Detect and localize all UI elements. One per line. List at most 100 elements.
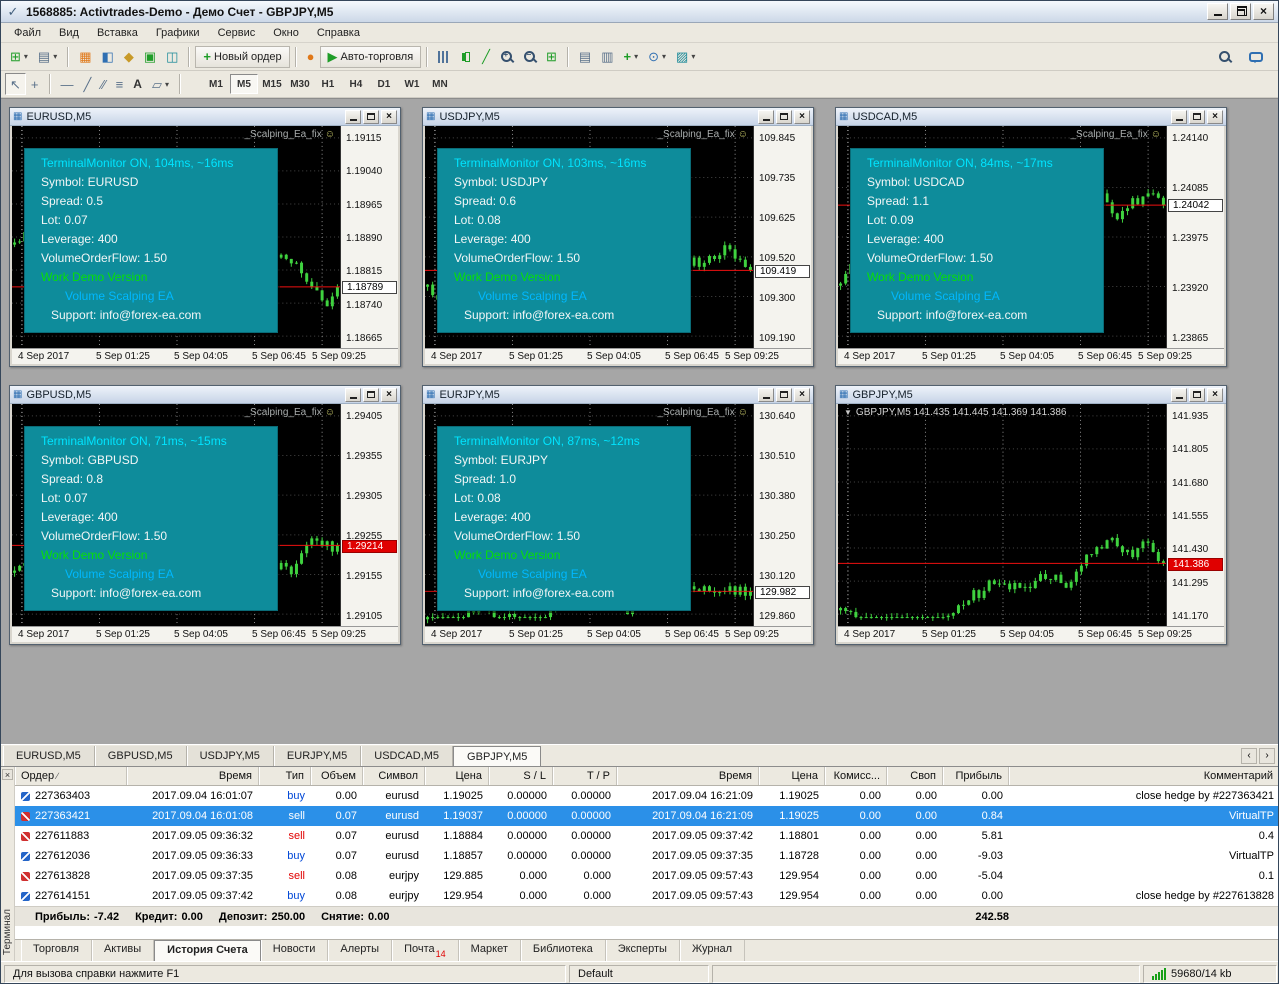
menu-item-1[interactable]: Файл xyxy=(5,25,50,41)
column-header-profit[interactable]: Прибыль xyxy=(943,767,1009,785)
history-row[interactable]: 227363421 2017.09.04 16:01:08 sell 0.07 euru… xyxy=(15,806,1278,826)
strategy-tester-button[interactable]: ◫ xyxy=(161,46,183,68)
history-row[interactable]: 227613828 2017.09.05 09:37:35 sell 0.08 eurj… xyxy=(15,866,1278,886)
terminal-tab-8[interactable]: Библиотека xyxy=(521,940,606,961)
market-watch-button[interactable]: ▦ xyxy=(74,46,96,68)
column-header-commission[interactable]: Комисс... xyxy=(825,767,887,785)
search-button[interactable] xyxy=(1213,46,1236,68)
timeframe-h4[interactable]: H4 xyxy=(342,74,370,94)
tile-windows-button[interactable]: ⊞ xyxy=(541,46,562,68)
metaeditor-button[interactable]: ● xyxy=(302,46,320,68)
chart-tab-eurusd-m5[interactable]: EURUSD,M5 xyxy=(3,746,95,766)
column-header-type[interactable]: Тип xyxy=(259,767,311,785)
chat-button[interactable] xyxy=(1244,46,1268,68)
column-header-close_price[interactable]: Цена xyxy=(759,767,825,785)
auto-trading-button[interactable]: ▶ Авто-торговля xyxy=(319,45,422,68)
column-header-sl[interactable]: S / L xyxy=(489,767,553,785)
arrange-horizontal-button[interactable]: ▤ xyxy=(574,46,596,68)
chart-tabs-scroll-right-button[interactable]: › xyxy=(1259,748,1275,764)
chart-close-button[interactable]: × xyxy=(1207,109,1223,124)
history-row[interactable]: 227614151 2017.09.05 09:37:42 buy 0.08 eurjp… xyxy=(15,886,1278,906)
cursor-tool-button[interactable]: ↖ xyxy=(5,73,26,95)
chart-window-gbpusd-m5[interactable]: ▦ GBPUSD,M5 × _Scalping_Ea_fix ☺ TerminalMoni… xyxy=(9,385,401,645)
chart-restore-button[interactable] xyxy=(1189,387,1205,402)
terminal-toggle-button[interactable]: ▣ xyxy=(139,46,161,68)
chart-plot[interactable]: ▼ GBPJPY,M5 141.435 141.445 141.369 141.3… xyxy=(838,404,1166,626)
chart-minimize-button[interactable] xyxy=(758,387,774,402)
timeframe-m5[interactable]: M5 xyxy=(229,74,258,94)
chart-restore-button[interactable] xyxy=(776,387,792,402)
navigator-button[interactable]: ◆ xyxy=(119,46,139,68)
column-header-price[interactable]: Цена xyxy=(425,767,489,785)
menu-item-6[interactable]: Окно xyxy=(264,25,308,41)
terminal-tab-4[interactable]: Новости xyxy=(261,940,329,961)
chart-plot[interactable]: _Scalping_Ea_fix ☺ TerminalMonitor ON, 104… xyxy=(12,126,340,348)
menu-item-7[interactable]: Справка xyxy=(308,25,369,41)
terminal-tab-9[interactable]: Эксперты xyxy=(606,940,680,961)
trendline-tool-button[interactable]: ╱ xyxy=(79,73,97,95)
menu-item-2[interactable]: Вид xyxy=(50,25,88,41)
indicators-button[interactable]: + ▾ xyxy=(619,46,644,68)
text-tool-button[interactable]: А xyxy=(128,73,147,95)
chart-tab-usdcad-m5[interactable]: USDCAD,M5 xyxy=(361,746,454,766)
column-header-comment[interactable]: Комментарий xyxy=(1009,767,1278,785)
shapes-tool-button[interactable]: ▱ ▾ xyxy=(147,73,174,95)
chart-minimize-button[interactable] xyxy=(345,387,361,402)
terminal-tab-5[interactable]: Алерты xyxy=(328,940,393,961)
chart-plot[interactable]: _Scalping_Ea_fix ☺ TerminalMonitor ON, 103… xyxy=(425,126,753,348)
arrange-vertical-button[interactable]: ▥ xyxy=(596,46,618,68)
chart-minimize-button[interactable] xyxy=(1171,109,1187,124)
candlestick-chart-button[interactable] xyxy=(455,46,477,68)
minimize-button[interactable] xyxy=(1207,3,1228,20)
status-profile[interactable]: Default xyxy=(569,964,709,983)
chart-window-eurusd-m5[interactable]: ▦ EURUSD,M5 × _Scalping_Ea_fix ☺ TerminalMoni… xyxy=(9,107,401,367)
chart-window-gbpjpy-m5[interactable]: ▦ GBPJPY,M5 × ▼ GBPJPY,M5 141.435 141.445 14… xyxy=(835,385,1227,645)
terminal-tab-1[interactable]: Торговля xyxy=(21,940,92,961)
timeframe-m15[interactable]: M15 xyxy=(258,74,286,94)
menu-item-3[interactable]: Вставка xyxy=(88,25,147,41)
chart-close-button[interactable]: × xyxy=(1207,387,1223,402)
zoom-in-button[interactable]: + xyxy=(495,46,518,68)
chart-tab-gbpjpy-m5[interactable]: GBPJPY,M5 xyxy=(453,746,542,767)
bar-chart-button[interactable] xyxy=(433,46,455,68)
chart-close-button[interactable]: × xyxy=(381,387,397,402)
timeframe-m1[interactable]: M1 xyxy=(202,74,230,94)
chart-close-button[interactable]: × xyxy=(381,109,397,124)
chart-tab-gbpusd-m5[interactable]: GBPUSD,M5 xyxy=(94,746,187,766)
timeframe-h1[interactable]: H1 xyxy=(314,74,342,94)
chart-close-button[interactable]: × xyxy=(794,109,810,124)
column-header-volume[interactable]: Объем xyxy=(311,767,363,785)
terminal-close-button[interactable]: × xyxy=(2,769,13,780)
terminal-tab-7[interactable]: Маркет xyxy=(459,940,521,961)
column-header-order[interactable]: Ордер ∕ xyxy=(15,767,127,785)
menu-item-5[interactable]: Сервис xyxy=(209,25,265,41)
chart-window-eurjpy-m5[interactable]: ▦ EURJPY,M5 × _Scalping_Ea_fix ☺ TerminalMoni… xyxy=(422,385,814,645)
terminal-tab-6[interactable]: Почта 14 xyxy=(392,940,459,961)
crosshair-tool-button[interactable]: + xyxy=(26,73,44,95)
timeframe-mn[interactable]: MN xyxy=(426,74,454,94)
terminal-tab-3[interactable]: История Счета xyxy=(154,940,261,961)
chart-plot[interactable]: _Scalping_Ea_fix ☺ TerminalMonitor ON, 71m… xyxy=(12,404,340,626)
terminal-tab-2[interactable]: Активы xyxy=(92,940,155,961)
chart-tab-usdjpy-m5[interactable]: USDJPY,M5 xyxy=(186,746,274,766)
timeframe-w1[interactable]: W1 xyxy=(398,74,426,94)
chart-tab-eurjpy-m5[interactable]: EURJPY,M5 xyxy=(273,746,362,766)
chart-plot[interactable]: _Scalping_Ea_fix ☺ TerminalMonitor ON, 84m… xyxy=(838,126,1166,348)
column-header-open_time[interactable]: Время xyxy=(127,767,259,785)
terminal-tab-10[interactable]: Журнал xyxy=(680,940,746,961)
chart-window-usdjpy-m5[interactable]: ▦ USDJPY,M5 × _Scalping_Ea_fix ☺ TerminalMoni… xyxy=(422,107,814,367)
channel-tool-button[interactable]: ∕∕ xyxy=(96,73,110,95)
menu-item-4[interactable]: Графики xyxy=(147,25,209,41)
restore-button[interactable] xyxy=(1230,3,1251,20)
history-row[interactable]: 227612036 2017.09.05 09:36:33 buy 0.07 eurus… xyxy=(15,846,1278,866)
zoom-out-button[interactable]: − xyxy=(518,46,541,68)
fibonacci-tool-button[interactable]: ≡ xyxy=(111,73,129,95)
chart-restore-button[interactable] xyxy=(363,387,379,402)
chart-restore-button[interactable] xyxy=(1189,109,1205,124)
chart-minimize-button[interactable] xyxy=(1171,387,1187,402)
chart-tabs-scroll-left-button[interactable]: ‹ xyxy=(1241,748,1257,764)
hline-tool-button[interactable]: — xyxy=(56,73,79,95)
profiles-button[interactable]: ▤ ▾ xyxy=(33,46,62,68)
data-window-button[interactable]: ◧ xyxy=(97,46,119,68)
column-header-close_time[interactable]: Время xyxy=(617,767,759,785)
